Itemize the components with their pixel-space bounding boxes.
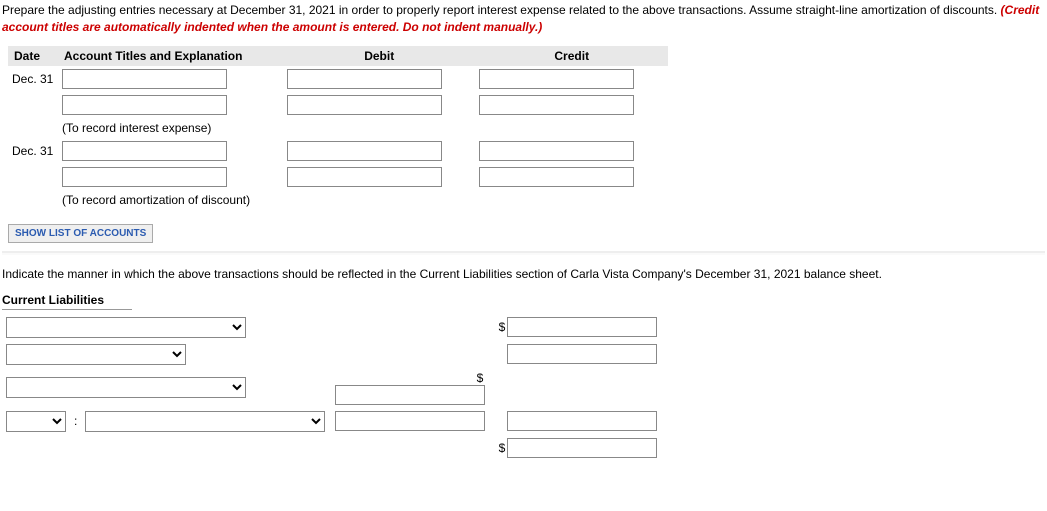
dollar-sign: $ [493,320,505,334]
caption-text: (To record amortization of discount) [58,190,668,210]
show-list-of-accounts-button[interactable]: SHOW LIST OF ACCOUNTS [8,224,153,243]
current-liabilities-table: $ $ : $ [2,314,669,461]
liab-select-1[interactable] [6,317,246,338]
journal-caption-row: (To record interest expense) [8,118,668,138]
journal-header-row: Date Account Titles and Explanation Debi… [8,46,668,66]
date-cell: Dec. 31 [8,66,58,92]
caption-text: (To record interest expense) [58,118,668,138]
journal-row [8,164,668,190]
liab-amount-2[interactable] [507,344,657,364]
journal-caption-row: (To record amortization of discount) [8,190,668,210]
account-input[interactable] [62,95,227,115]
journal-table: Date Account Titles and Explanation Debi… [8,46,668,210]
liab-row [2,341,669,368]
date-cell [8,92,58,118]
col-date: Date [8,46,58,66]
liab-total-row: $ [2,435,669,461]
debit-input[interactable] [287,95,442,115]
col-debit: Debit [283,46,476,66]
liab-row: $ [2,314,669,341]
credit-input[interactable] [479,95,634,115]
current-liabilities-heading: Current Liabilities [2,291,132,310]
date-cell: Dec. 31 [8,138,58,164]
credit-input[interactable] [479,69,634,89]
liab-row: : [2,408,669,435]
liab-amount-4b[interactable] [507,411,657,431]
liab-amount-4a[interactable] [335,411,485,431]
liab-select-4a[interactable] [6,411,66,432]
section2-prompt: Indicate the manner in which the above t… [2,267,1045,281]
liab-total[interactable] [507,438,657,458]
col-credit: Credit [475,46,668,66]
liab-amount-1[interactable] [507,317,657,337]
colon: : [74,414,77,428]
instruction-text: Prepare the adjusting entries necessary … [2,2,1045,36]
account-input[interactable] [62,167,227,187]
account-input[interactable] [62,141,227,161]
journal-row: Dec. 31 [8,66,668,92]
dollar-sign: $ [471,371,483,385]
dollar-sign: $ [493,441,505,455]
liab-amount-3a[interactable] [335,385,485,405]
journal-row [8,92,668,118]
debit-input[interactable] [287,141,442,161]
liab-row: $ [2,368,669,408]
debit-input[interactable] [287,69,442,89]
liab-select-2[interactable] [6,344,186,365]
liab-select-3[interactable] [6,377,246,398]
journal-row: Dec. 31 [8,138,668,164]
date-cell [8,164,58,190]
credit-input[interactable] [479,167,634,187]
liab-select-4b[interactable] [85,411,325,432]
account-input[interactable] [62,69,227,89]
debit-input[interactable] [287,167,442,187]
instruction-plain: Prepare the adjusting entries necessary … [2,3,1001,17]
section-divider [2,251,1045,255]
col-account: Account Titles and Explanation [58,46,283,66]
credit-input[interactable] [479,141,634,161]
